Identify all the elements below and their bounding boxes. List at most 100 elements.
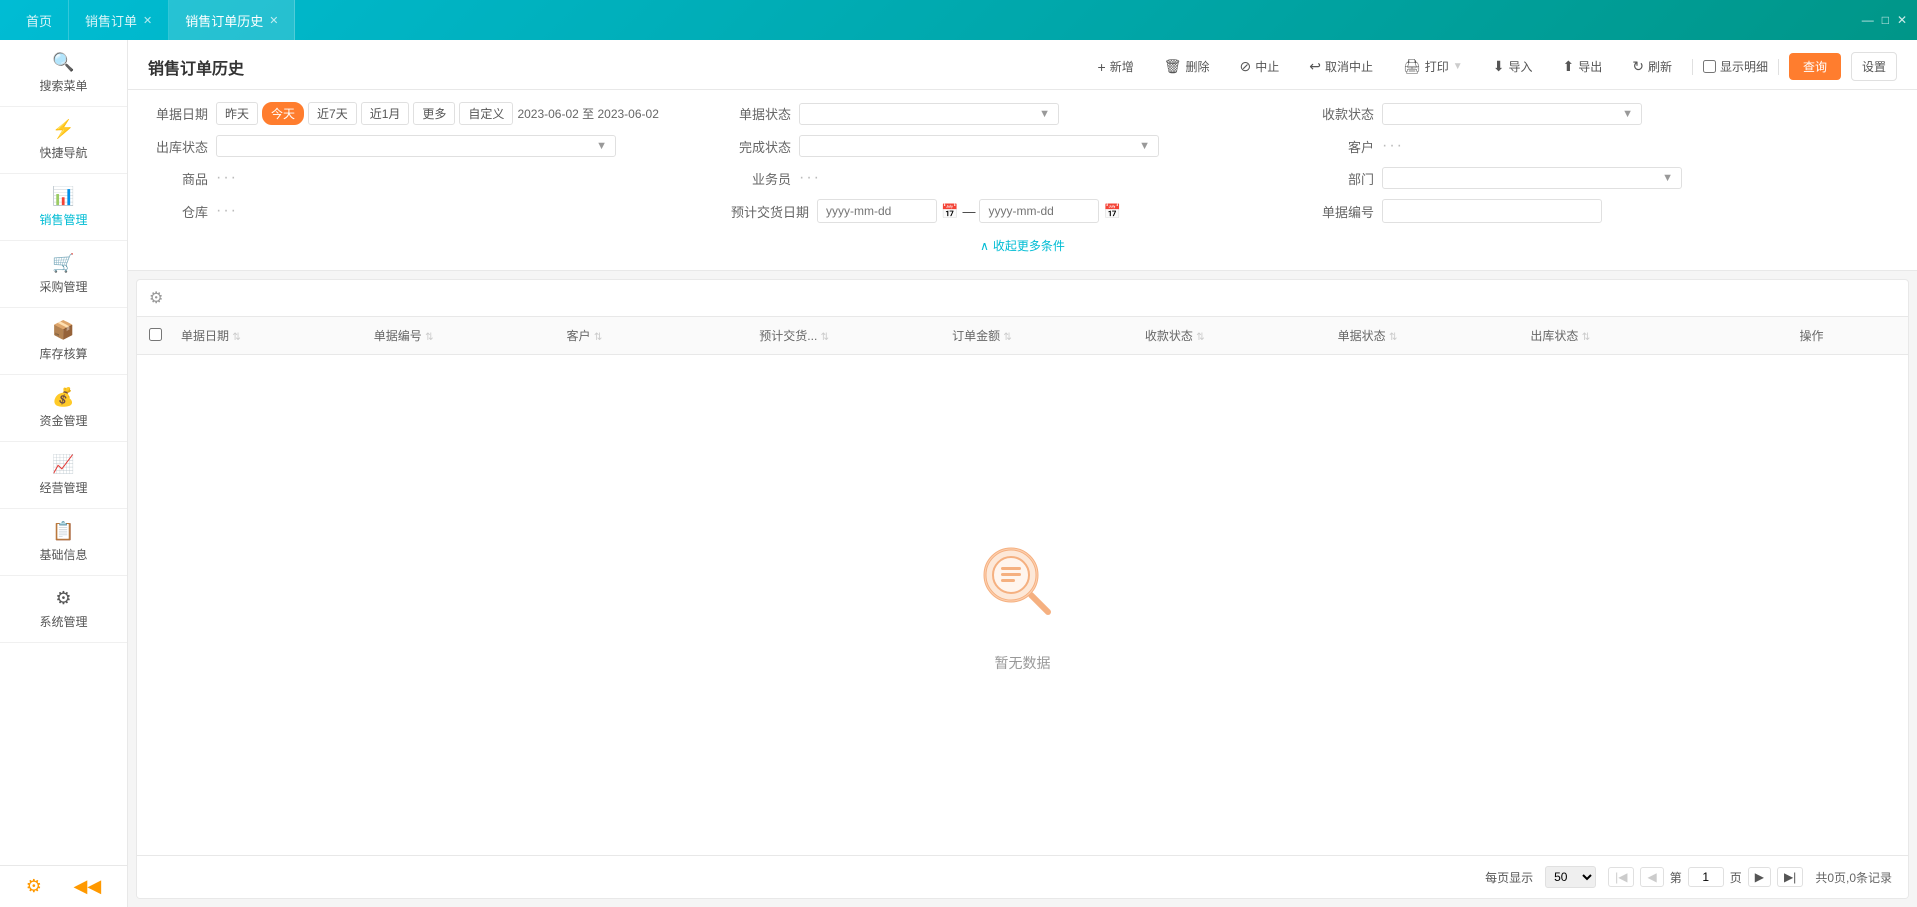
page-number-input[interactable]	[1688, 867, 1724, 887]
date-more[interactable]: 更多	[413, 102, 455, 125]
filter-date: 单据日期 昨天 今天 近7天 近1月 更多 自定义 2023-06-02 至 2…	[148, 102, 731, 125]
date-today[interactable]: 今天	[262, 102, 304, 125]
sidebar-settings-icon[interactable]: ⚙	[26, 876, 42, 897]
date-custom[interactable]: 自定义	[459, 102, 513, 125]
sidebar-item-basic-info[interactable]: 📋 基础信息	[0, 509, 127, 576]
sidebar-item-inventory[interactable]: 📦 库存核算	[0, 308, 127, 375]
table-settings-icon[interactable]: ⚙	[149, 288, 163, 308]
calendar-start-icon[interactable]: 📅	[941, 203, 958, 220]
tab-sales-order-history[interactable]: 销售订单历史 ✕	[169, 0, 295, 40]
window-close-btn[interactable]: ✕	[1897, 13, 1907, 27]
sidebar-item-sales-mgmt[interactable]: 📊 销售管理	[0, 174, 127, 241]
export-button[interactable]: ⬆ 导出	[1552, 53, 1612, 80]
table-toolbar: ⚙	[137, 280, 1908, 317]
filter-customer-label: 客户	[1314, 137, 1374, 156]
sales-mgmt-icon: 📊	[52, 186, 74, 207]
filter-payment-status-label: 收款状态	[1314, 104, 1374, 123]
cancel-stop-button[interactable]: ↩ 取消中止	[1299, 53, 1383, 80]
filter-department-select[interactable]: ▼	[1382, 167, 1682, 189]
col-date-label: 单据日期	[181, 329, 229, 343]
page-size-label: 每页显示	[1485, 869, 1533, 886]
sidebar-item-purchase-mgmt[interactable]: 🛒 采购管理	[0, 241, 127, 308]
print-dropdown-icon[interactable]: ▼	[1453, 61, 1463, 72]
delete-label: 删除	[1185, 58, 1209, 75]
sidebar-item-sys-mgmt[interactable]: ⚙ 系统管理	[0, 576, 127, 643]
sidebar-item-search-menu[interactable]: 🔍 搜索菜单	[0, 40, 127, 107]
table-footer: 每页显示 50 10 20 100 |◀ ◀ 第 页 ▶ ▶| 共0页,0条记录	[137, 855, 1908, 898]
sidebar-collapse-icon[interactable]: ◀◀	[74, 876, 102, 897]
pagination: |◀ ◀ 第 页 ▶ ▶|	[1608, 867, 1803, 887]
filter-payment-status-select[interactable]: ▼	[1382, 103, 1642, 125]
filter-bill-status-arrow: ▼	[1039, 108, 1050, 120]
calendar-end-icon[interactable]: 📅	[1103, 203, 1120, 220]
col-payment-status-label: 收款状态	[1145, 329, 1193, 343]
col-payment-status[interactable]: 收款状态 ⇅	[1137, 317, 1330, 355]
empty-illustration	[973, 537, 1073, 637]
col-amount-label: 订单金额	[952, 329, 1000, 343]
col-date[interactable]: 单据日期 ⇅	[173, 317, 366, 355]
import-button[interactable]: ⬇ 导入	[1483, 53, 1543, 80]
filter-salesperson-dots[interactable]: ···	[799, 169, 821, 187]
sidebar: 🔍 搜索菜单 ⚡ 快捷导航 📊 销售管理 🛒 采购管理 📦 库存核算 💰 资金管…	[0, 40, 128, 907]
delete-button[interactable]: 🗑 删除	[1154, 53, 1220, 80]
page-size-select[interactable]: 50 10 20 100	[1545, 866, 1596, 888]
query-label: 查询	[1803, 58, 1827, 75]
filter-customer-dots[interactable]: ···	[1382, 137, 1404, 155]
page-last-btn[interactable]: ▶|	[1777, 867, 1803, 887]
window-min-btn[interactable]: —	[1862, 13, 1874, 27]
filter-delivery-date-start[interactable]	[817, 199, 937, 223]
filter-row-3: 商品 ··· 业务员 ··· 部门 ▼	[148, 167, 1897, 189]
filter-bill-status-select[interactable]: ▼	[799, 103, 1059, 125]
filter-row-2: 出库状态 ▼ 完成状态 ▼ 客户 ···	[148, 135, 1897, 157]
page-first-btn[interactable]: |◀	[1608, 867, 1634, 887]
col-delivery-date[interactable]: 预计交货... ⇅	[751, 317, 944, 355]
sidebar-item-fund-mgmt[interactable]: 💰 资金管理	[0, 375, 127, 442]
col-outbound-status[interactable]: 出库状态 ⇅	[1522, 317, 1715, 355]
filter-delivery-date: 预计交货日期 📅 — 📅	[731, 199, 1314, 223]
query-button[interactable]: 查询	[1789, 53, 1841, 80]
toolbar: + 新增 🗑 删除 ⊘ 中止 ↩ 取消中止 🖨 打印	[1088, 52, 1898, 81]
display-detail-label: 显示明细	[1720, 58, 1768, 75]
page-prev-btn[interactable]: ◀	[1640, 867, 1663, 887]
filter-bill-number-input[interactable]	[1382, 199, 1602, 223]
new-button[interactable]: + 新增	[1088, 53, 1144, 80]
display-detail-checkbox[interactable]	[1703, 60, 1716, 73]
filter-delivery-date-end[interactable]	[979, 199, 1099, 223]
stop-button[interactable]: ⊘ 中止	[1230, 53, 1290, 80]
date-7days[interactable]: 近7天	[308, 102, 357, 125]
tab-sales-order[interactable]: 销售订单 ✕	[69, 0, 169, 40]
col-number[interactable]: 单据编号 ⇅	[366, 317, 559, 355]
stop-icon: ⊘	[1240, 58, 1252, 75]
print-button[interactable]: 🖨 打印 ▼	[1393, 53, 1473, 80]
sidebar-item-ops-mgmt[interactable]: 📈 经营管理	[0, 442, 127, 509]
tab-home[interactable]: 首页	[10, 0, 69, 40]
select-all-checkbox[interactable]	[149, 328, 162, 341]
cancel-stop-label: 取消中止	[1325, 58, 1373, 75]
col-bill-status[interactable]: 单据状态 ⇅	[1330, 317, 1523, 355]
filter-outbound-status: 出库状态 ▼	[148, 135, 731, 157]
col-amount[interactable]: 订单金额 ⇅	[944, 317, 1137, 355]
date-yesterday[interactable]: 昨天	[216, 102, 258, 125]
col-customer[interactable]: 客户 ⇅	[559, 317, 752, 355]
filter-complete-status-select[interactable]: ▼	[799, 135, 1159, 157]
refresh-button[interactable]: ↻ 刷新	[1622, 53, 1682, 80]
filter-customer: 客户 ···	[1314, 137, 1897, 156]
sidebar-item-quick-nav[interactable]: ⚡ 快捷导航	[0, 107, 127, 174]
filter-bill-status: 单据状态 ▼	[731, 103, 1314, 125]
filter-warehouse-dots[interactable]: ···	[216, 202, 238, 220]
filter-product-dots[interactable]: ···	[216, 169, 238, 187]
collapse-conditions[interactable]: ∧ 收起更多条件	[148, 233, 1897, 258]
filter-outbound-status-select[interactable]: ▼	[216, 135, 616, 157]
window-max-btn[interactable]: □	[1882, 13, 1889, 27]
page-next-btn[interactable]: ▶	[1748, 867, 1771, 887]
sidebar-item-sys-mgmt-label: 系统管理	[39, 613, 87, 630]
tab-sales-order-history-close[interactable]: ✕	[269, 14, 278, 27]
print-label: 打印	[1425, 58, 1449, 75]
date-1month[interactable]: 近1月	[361, 102, 410, 125]
col-amount-sort: ⇅	[1003, 332, 1011, 343]
tab-sales-order-close[interactable]: ✕	[143, 14, 152, 27]
sys-mgmt-icon: ⚙	[55, 588, 71, 609]
settings-button[interactable]: 设置	[1851, 52, 1897, 81]
filter-bill-number: 单据编号	[1314, 199, 1897, 223]
settings-label: 设置	[1862, 58, 1886, 75]
